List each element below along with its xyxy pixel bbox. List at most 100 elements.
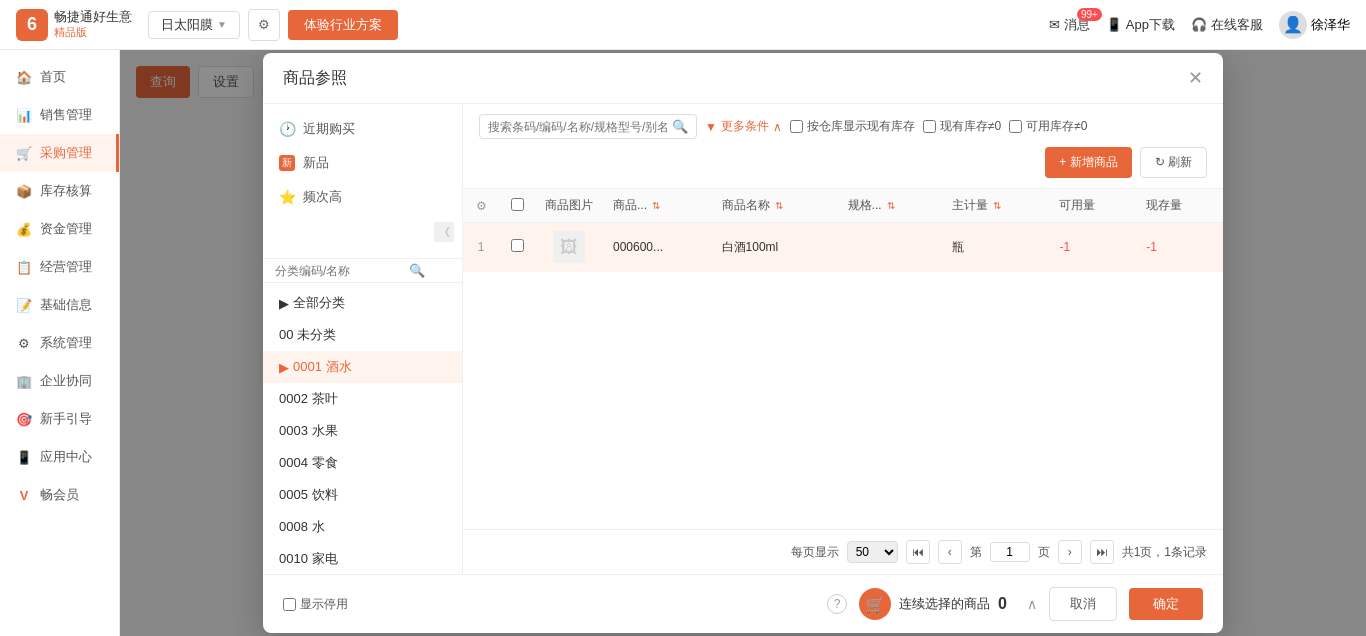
category-search-icon[interactable]: 🔍 <box>409 263 425 278</box>
th-stock: 现存量 <box>1136 189 1223 223</box>
warehouse-stock-check[interactable] <box>790 120 803 133</box>
th-unit[interactable]: 主计量 ⇅ <box>942 189 1049 223</box>
confirm-btn[interactable]: 确定 <box>1129 588 1203 620</box>
filter-icon: ▼ <box>705 120 717 134</box>
th-spec-sort: ⇅ <box>887 200 895 211</box>
sidebar-item-purchase[interactable]: 🛒 采购管理 <box>0 134 119 172</box>
product-search-box: 🔍 <box>479 114 697 139</box>
row-checkbox[interactable] <box>511 239 524 252</box>
toolbar-right: + 新增商品 ↻ 刷新 <box>1045 147 1207 178</box>
refresh-btn[interactable]: ↻ 刷新 <box>1140 147 1207 178</box>
user-menu[interactable]: 👤 徐泽华 <box>1279 11 1350 39</box>
category-uncategorized[interactable]: 00 未分类 <box>263 319 462 351</box>
show-disabled-checkbox[interactable]: 显示停用 <box>283 596 348 613</box>
product-table-container: ⚙ 商品图片 <box>463 189 1223 529</box>
cart-area: 🛒 连续选择的商品 0 <box>859 588 1007 620</box>
search-icon[interactable]: 🔍 <box>672 119 688 134</box>
trial-btn[interactable]: 体验行业方案 <box>288 10 398 40</box>
sidebar-item-enterprise[interactable]: 🏢 企业协同 <box>0 362 119 400</box>
category-tea[interactable]: 0002 茶叶 <box>263 383 462 415</box>
th-name[interactable]: 商品名称 ⇅ <box>712 189 838 223</box>
product-search-input[interactable] <box>488 120 668 134</box>
sidebar-item-label: 企业协同 <box>40 372 92 390</box>
sidebar-item-finance[interactable]: 💰 资金管理 <box>0 210 119 248</box>
category-label: 0004 零食 <box>279 454 338 472</box>
more-filter-btn[interactable]: ▼ 更多条件 ∧ <box>705 118 782 135</box>
sidebar-item-basic-info[interactable]: 📝 基础信息 <box>0 286 119 324</box>
show-disabled-check[interactable] <box>283 598 296 611</box>
available-ne0-checkbox[interactable]: 可用库存≠0 <box>1009 118 1087 135</box>
available-ne0-check[interactable] <box>1009 120 1022 133</box>
username: 徐泽华 <box>1311 16 1350 34</box>
category-drinks[interactable]: 0005 饮料 <box>263 479 462 511</box>
product-modal: 商品参照 ✕ 🕐 近期购买 新 新 <box>263 53 1223 633</box>
th-available-label: 可用量 <box>1059 198 1095 212</box>
left-panel-collapse-btn[interactable]: 《 <box>434 222 454 242</box>
sidebar-item-inventory[interactable]: 📦 库存核算 <box>0 172 119 210</box>
prev-page-btn[interactable]: ‹ <box>938 540 962 564</box>
category-search-input[interactable] <box>275 264 405 278</box>
cancel-btn[interactable]: 取消 <box>1049 587 1117 621</box>
page-number-input[interactable] <box>990 542 1030 562</box>
settings-btn[interactable]: ⚙ <box>248 9 280 41</box>
message-icon: ✉ <box>1049 17 1060 32</box>
th-name-label: 商品名称 <box>722 198 770 212</box>
sidebar-item-label: 系统管理 <box>40 334 92 352</box>
th-unit-sort: ⇅ <box>993 200 1001 211</box>
sidebar-item-operations[interactable]: 📋 经营管理 <box>0 248 119 286</box>
sidebar-item-home[interactable]: 🏠 首页 <box>0 58 119 96</box>
tab-new-products[interactable]: 新 新品 <box>263 146 462 180</box>
sidebar-item-sales[interactable]: 📊 销售管理 <box>0 96 119 134</box>
sidebar-item-label: 应用中心 <box>40 448 92 466</box>
first-page-btn[interactable]: ⏮ <box>906 540 930 564</box>
category-alcohol[interactable]: ▶ 0001 酒水 <box>263 351 462 383</box>
per-page-select[interactable]: 50 10 20 100 <box>847 541 898 563</box>
th-code-label: 商品... <box>613 198 647 212</box>
customer-service-btn[interactable]: 🎧 在线客服 <box>1191 16 1263 34</box>
tab-frequent[interactable]: ⭐ 频次高 <box>263 180 462 214</box>
sidebar-item-apps[interactable]: 📱 应用中心 <box>0 438 119 476</box>
table-row[interactable]: 1 🖼 <box>463 223 1223 272</box>
warehouse-stock-checkbox[interactable]: 按仓库显示现有库存 <box>790 118 915 135</box>
sidebar-item-member[interactable]: V 畅会员 <box>0 476 119 514</box>
sidebar-item-guide[interactable]: 🎯 新手引导 <box>0 400 119 438</box>
app-download-btn[interactable]: 📱 App下载 <box>1106 16 1175 34</box>
th-code[interactable]: 商品... ⇅ <box>603 189 712 223</box>
th-code-sort: ⇅ <box>652 200 660 211</box>
sales-icon: 📊 <box>16 107 32 123</box>
tab-recent-purchase[interactable]: 🕐 近期购买 <box>263 112 462 146</box>
modal-header: 商品参照 ✕ <box>263 53 1223 104</box>
message-badge: 99+ <box>1077 8 1102 21</box>
pagination-bar: 每页显示 50 10 20 100 ⏮ ‹ 第 页 <box>463 529 1223 574</box>
table-settings-icon[interactable]: ⚙ <box>476 199 487 213</box>
category-appliances[interactable]: 0010 家电 <box>263 543 462 566</box>
next-page-btn[interactable]: › <box>1058 540 1082 564</box>
modal-close-btn[interactable]: ✕ <box>1188 67 1203 89</box>
last-page-btn[interactable]: ⏭ <box>1090 540 1114 564</box>
add-product-btn[interactable]: + 新增商品 <box>1045 147 1131 178</box>
cart-icon: 🛒 <box>859 588 891 620</box>
new-icon: 新 <box>279 155 295 171</box>
sidebar-item-system[interactable]: ⚙ 系统管理 <box>0 324 119 362</box>
logo-area: 6 畅捷通好生意 精品版 <box>16 9 132 41</box>
cart-label: 连续选择的商品 <box>899 595 990 613</box>
cart-collapse-icon[interactable]: ∧ <box>1027 596 1037 612</box>
help-icon-btn[interactable]: ? <box>827 594 847 614</box>
stock-ne0-checkbox[interactable]: 现有库存≠0 <box>923 118 1001 135</box>
category-label: 00 未分类 <box>279 326 336 344</box>
th-spec[interactable]: 规格... ⇅ <box>838 189 942 223</box>
category-snacks[interactable]: 0004 零食 <box>263 447 462 479</box>
finance-icon: 💰 <box>16 221 32 237</box>
category-fruit[interactable]: 0003 水果 <box>263 415 462 447</box>
select-all-checkbox[interactable] <box>511 198 524 211</box>
category-label: 0008 水 <box>279 518 325 536</box>
sidebar-item-label: 新手引导 <box>40 410 92 428</box>
messages-btn[interactable]: ✉ 消息 99+ <box>1049 16 1090 34</box>
category-water[interactable]: 0008 水 <box>263 511 462 543</box>
store-selector[interactable]: 日太阳膜 ▼ <box>148 11 240 39</box>
cell-unit: 瓶 <box>942 223 1049 272</box>
apps-icon: 📱 <box>16 449 32 465</box>
category-all[interactable]: ▶ 全部分类 <box>263 287 462 319</box>
stock-ne0-check[interactable] <box>923 120 936 133</box>
settings-icon: ⚙ <box>258 17 270 32</box>
